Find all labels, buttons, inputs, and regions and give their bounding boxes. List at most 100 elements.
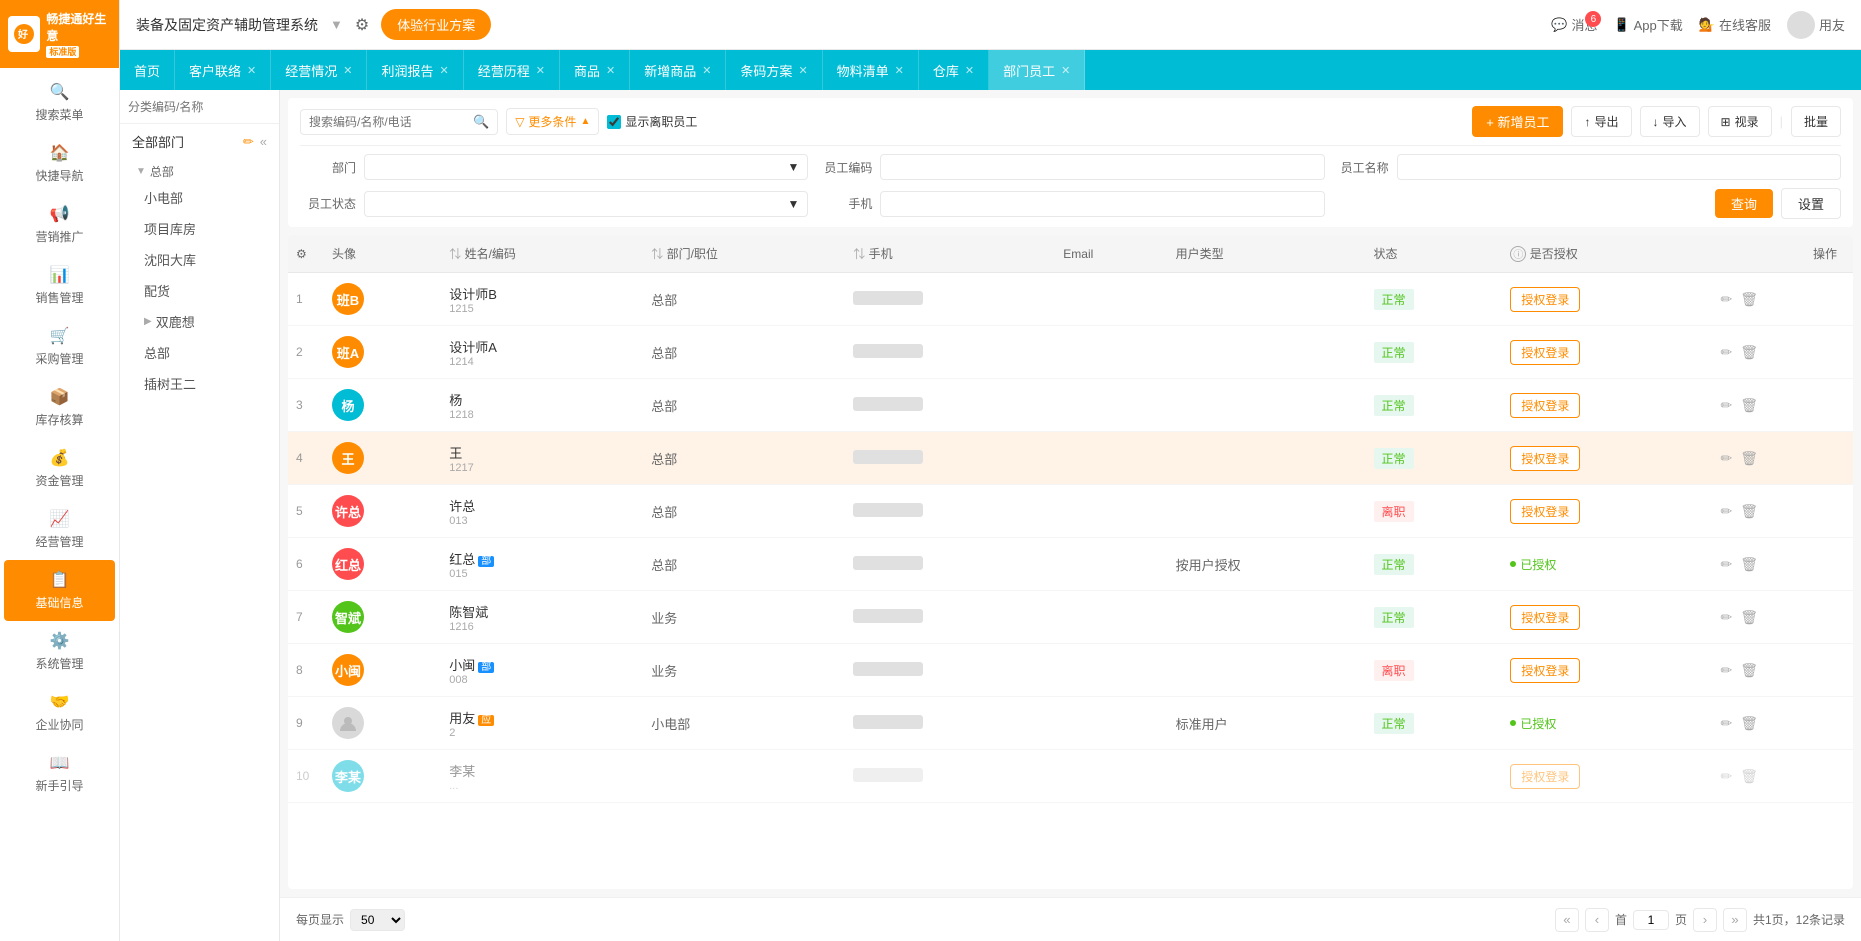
delete-icon[interactable]: 🗑 [1740,768,1758,785]
auth-login-btn[interactable]: 授权登录 [1510,764,1580,789]
tree-collapse-icon[interactable]: « [260,134,267,150]
tab-material[interactable]: 物料清单✕ [823,50,919,90]
tab-close-new-goods[interactable]: ✕ [702,64,711,77]
auth-login-btn[interactable]: 授权登录 [1510,393,1580,418]
sidebar-item-sales[interactable]: 📊销售管理 [0,255,119,316]
sidebar-item-inventory[interactable]: 📦库存核算 [0,377,119,438]
auth-login-btn[interactable]: 授权登录 [1510,287,1580,312]
col-dept-pos[interactable]: ⇅ 部门/职位 [643,235,845,273]
status-select[interactable]: ▼ [364,191,808,217]
edit-icon[interactable]: ✏ [1720,450,1732,467]
page-size-select[interactable]: 50 20 100 [350,909,405,931]
sidebar-item-guide[interactable]: 📖新手引导 [0,743,119,804]
tree-item-chashuwang[interactable]: 插树王二 [120,368,279,399]
tab-barcode[interactable]: 条码方案✕ [726,50,822,90]
sidebar-item-marketing[interactable]: 📢营销推广 [0,194,119,255]
delete-icon[interactable]: 🗑 [1740,662,1758,679]
last-page-btn[interactable]: » [1723,908,1747,932]
delete-icon[interactable]: 🗑 [1740,715,1758,732]
tree-item-xiaodian[interactable]: 小电部 [120,182,279,213]
tree-item-project[interactable]: 项目库房 [120,213,279,244]
filter-search-icon[interactable]: 🔍 [473,114,489,130]
user-avatar-btn[interactable]: 用友 [1787,11,1845,39]
col-phone[interactable]: ⇅ 手机 [845,235,1055,273]
delete-icon[interactable]: 🗑 [1740,609,1758,626]
edit-icon[interactable]: ✏ [1720,291,1732,308]
tree-search-input[interactable] [128,100,283,114]
sidebar-item-search[interactable]: 🔍搜索菜单 [0,72,119,133]
edit-icon[interactable]: ✏ [1720,556,1732,573]
export-btn[interactable]: ↑ 导出 [1571,106,1631,137]
edit-icon[interactable]: ✏ [1720,715,1732,732]
more-conditions-btn[interactable]: ▽ 更多条件 ▲ [506,108,599,135]
sidebar-item-finance[interactable]: 💰资金管理 [0,438,119,499]
phone-input[interactable] [880,191,1324,217]
settings-icon[interactable]: ⚙ [355,15,369,35]
edit-icon[interactable]: ✏ [1720,503,1732,520]
col-settings[interactable]: ⚙ [288,235,324,273]
tab-close-profit[interactable]: ✕ [440,64,449,77]
sidebar-item-system[interactable]: ⚙️系统管理 [0,621,119,682]
show-resigned-checkbox[interactable] [607,115,621,129]
delete-icon[interactable]: 🗑 [1740,556,1758,573]
edit-icon[interactable]: ✏ [1720,397,1732,414]
tab-dept-staff[interactable]: 部门员工✕ [989,50,1085,90]
tab-history[interactable]: 经营历程✕ [464,50,560,90]
filter-search-input[interactable] [309,115,469,129]
view-btn[interactable]: ⊞ 视录 [1708,106,1772,137]
tab-operation-status[interactable]: 经营情况✕ [271,50,367,90]
tree-item-distribution[interactable]: 配货 [120,275,279,306]
sidebar-item-purchase[interactable]: 🛒采购管理 [0,316,119,377]
first-page-btn[interactable]: « [1555,908,1579,932]
tree-item-shenyang[interactable]: 沈阳大库 [120,244,279,275]
auth-login-btn[interactable]: 授权登录 [1510,340,1580,365]
auth-info-icon[interactable]: ⓘ [1510,246,1526,262]
tab-new-goods[interactable]: 新增商品✕ [630,50,726,90]
tree-edit-icon[interactable]: ✏ [243,134,254,150]
trial-btn[interactable]: 体验行业方案 [381,9,491,40]
topbar-dropdown-icon[interactable]: ▼ [330,17,343,32]
tab-close-operation-status[interactable]: ✕ [343,64,352,77]
next-page-btn[interactable]: › [1693,908,1717,932]
delete-icon[interactable]: 🗑 [1740,291,1758,308]
import-btn[interactable]: ↓ 导入 [1640,106,1700,137]
tree-item-shuanglu[interactable]: ▶双鹿想 [120,306,279,337]
prev-page-btn[interactable]: ‹ [1585,908,1609,932]
tab-profit[interactable]: 利润报告✕ [367,50,463,90]
auth-login-btn[interactable]: 授权登录 [1510,605,1580,630]
edit-icon[interactable]: ✏ [1720,768,1732,785]
tree-item-zongbu[interactable]: 总部 [120,337,279,368]
delete-icon[interactable]: 🗑 [1740,503,1758,520]
sidebar-item-collab[interactable]: 🤝企业协同 [0,682,119,743]
dept-select[interactable]: ▼ [364,154,808,180]
auth-login-btn[interactable]: 授权登录 [1510,499,1580,524]
page-number-input[interactable] [1633,910,1669,930]
tab-home[interactable]: 首页 [120,50,175,90]
tab-warehouse[interactable]: 仓库✕ [919,50,989,90]
tab-close-warehouse[interactable]: ✕ [965,64,974,77]
app-download-btn[interactable]: 📱 App下载 [1613,15,1682,34]
tab-customer[interactable]: 客户联络✕ [175,50,271,90]
emp-name-input[interactable] [1397,154,1841,180]
delete-icon[interactable]: 🗑 [1740,450,1758,467]
auth-login-btn[interactable]: 授权登录 [1510,658,1580,683]
tab-close-material[interactable]: ✕ [895,64,904,77]
tab-goods[interactable]: 商品✕ [560,50,630,90]
auth-login-btn[interactable]: 授权登录 [1510,446,1580,471]
show-resigned-toggle[interactable]: 显示离职员工 [607,113,697,130]
col-name-code[interactable]: ⇅ 姓名/编码 [441,235,643,273]
tab-close-barcode[interactable]: ✕ [798,64,807,77]
delete-icon[interactable]: 🗑 [1740,397,1758,414]
batch-btn[interactable]: 批量 [1791,106,1841,137]
edit-icon[interactable]: ✏ [1720,662,1732,679]
sidebar-item-nav[interactable]: 🏠快捷导航 [0,133,119,194]
sidebar-item-operation[interactable]: 📈经营管理 [0,499,119,560]
edit-icon[interactable]: ✏ [1720,609,1732,626]
delete-icon[interactable]: 🗑 [1740,344,1758,361]
tab-close-history[interactable]: ✕ [536,64,545,77]
query-btn[interactable]: 查询 [1715,189,1773,218]
edit-icon[interactable]: ✏ [1720,344,1732,361]
reset-btn[interactable]: 设置 [1781,188,1841,219]
tab-close-customer[interactable]: ✕ [247,64,256,77]
sidebar-item-basic[interactable]: 📋基础信息 [4,560,115,621]
